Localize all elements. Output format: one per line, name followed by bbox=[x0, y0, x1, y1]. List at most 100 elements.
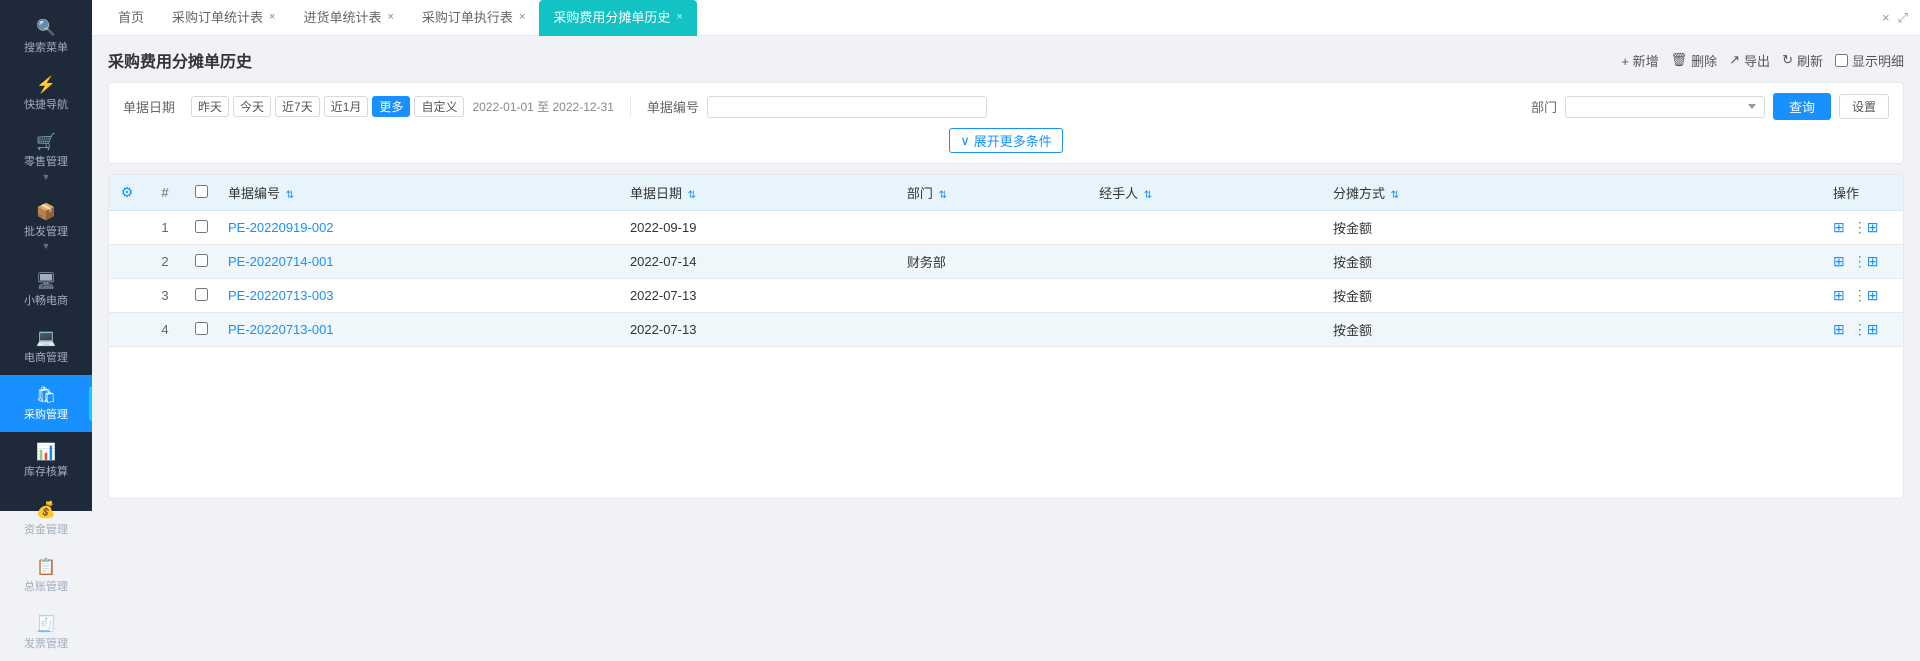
row-checkbox[interactable] bbox=[195, 288, 208, 301]
sidebar-item-inventory[interactable]: 📊 库存核算 bbox=[0, 432, 92, 489]
select-all-checkbox[interactable] bbox=[195, 185, 208, 198]
inventory-icon: 📊 bbox=[36, 442, 56, 462]
close-icon[interactable]: × bbox=[676, 11, 682, 23]
sidebar-item-label: 零售管理 bbox=[24, 156, 68, 169]
row-docno: PE-20220714-001 bbox=[218, 245, 620, 279]
date-btn-custom[interactable]: 自定义 bbox=[414, 96, 464, 117]
search-button[interactable]: 查询 bbox=[1773, 93, 1831, 120]
row-actions: ⊞ ⋮⊞ bbox=[1823, 211, 1903, 245]
close-icon[interactable]: × bbox=[269, 11, 275, 23]
row-checkbox-cell bbox=[185, 279, 218, 313]
sort-icon[interactable]: ⇅ bbox=[939, 190, 947, 201]
sidebar-item-label: 小畅电商 bbox=[24, 295, 68, 308]
sidebar-item-quicknav[interactable]: ⚡ 快捷导航 bbox=[0, 65, 92, 122]
tab-goods-stats[interactable]: 进货单统计表 × bbox=[289, 0, 407, 36]
minimize-icon[interactable]: × bbox=[1882, 10, 1890, 25]
edit-icon[interactable]: ⊞ bbox=[1833, 287, 1845, 304]
row-split-method: 按金额 bbox=[1323, 245, 1823, 279]
tab-home[interactable]: 首页 bbox=[104, 0, 158, 36]
sidebar-item-retail[interactable]: 🛒 零售管理 ▼ bbox=[0, 122, 92, 191]
doc-no-link[interactable]: PE-20220713-003 bbox=[228, 288, 334, 303]
finance-icon: 💰 bbox=[36, 500, 56, 520]
row-checkbox[interactable] bbox=[195, 254, 208, 267]
tab-cost-split-history[interactable]: 采购费用分摊单历史 × bbox=[539, 0, 696, 36]
sidebar-item-ecom[interactable]: 💻 电商管理 bbox=[0, 318, 92, 375]
tab-label: 首页 bbox=[118, 7, 144, 26]
row-handler bbox=[1089, 211, 1323, 245]
edit-icon[interactable]: ⊞ bbox=[1833, 253, 1845, 270]
show-cols-checkbox[interactable] bbox=[1835, 54, 1848, 67]
tab-bar: 首页 采购订单统计表 × 进货单统计表 × 采购订单执行表 × 采购费用分摊单历… bbox=[92, 0, 1920, 36]
table-row: 2 PE-20220714-001 2022-07-14 财务部 按金额 ⊞ ⋮… bbox=[109, 245, 1903, 279]
sidebar-item-search[interactable]: 🔍 搜索菜单 bbox=[0, 8, 92, 65]
sidebar-item-wholesale[interactable]: 📦 批发管理 ▼ bbox=[0, 192, 92, 261]
row-checkbox[interactable] bbox=[195, 322, 208, 335]
ecom-icon: 💻 bbox=[36, 328, 56, 348]
row-dept bbox=[897, 279, 1089, 313]
maximize-icon[interactable]: ⤢ bbox=[1898, 10, 1908, 26]
doc-no-link[interactable]: PE-20220919-002 bbox=[228, 220, 334, 235]
edit-icon[interactable]: ⊞ bbox=[1833, 321, 1845, 338]
more-icon[interactable]: ⋮⊞ bbox=[1853, 321, 1879, 338]
more-icon[interactable]: ⋮⊞ bbox=[1853, 287, 1879, 304]
quicknav-icon: ⚡ bbox=[36, 75, 56, 95]
more-icon[interactable]: ⋮⊞ bbox=[1853, 219, 1879, 236]
sort-icon[interactable]: ⇅ bbox=[688, 190, 696, 201]
doc-no-link[interactable]: PE-20220714-001 bbox=[228, 254, 334, 269]
refresh-icon: ↻ bbox=[1782, 52, 1793, 68]
sort-icon[interactable]: ⇅ bbox=[1144, 190, 1152, 201]
date-label: 单据日期 bbox=[123, 97, 175, 116]
more-icon[interactable]: ⋮⊞ bbox=[1853, 253, 1879, 270]
col-index-header: # bbox=[145, 175, 185, 211]
date-btn-yesterday[interactable]: 昨天 bbox=[191, 96, 229, 117]
tab-label: 采购费用分摊单历史 bbox=[553, 7, 670, 26]
sidebar-item-ecom-small[interactable]: 🖥 小畅电商 bbox=[0, 261, 92, 318]
doc-no-input[interactable] bbox=[707, 96, 987, 118]
sidebar-item-label: 采购管理 bbox=[24, 409, 68, 422]
close-icon[interactable]: × bbox=[387, 11, 393, 23]
sidebar-item-label: 搜索菜单 bbox=[24, 42, 68, 55]
row-dept bbox=[897, 313, 1089, 347]
add-button[interactable]: + 新增 bbox=[1621, 51, 1658, 70]
sidebar-item-purchase[interactable]: 🛍 采购管理 bbox=[0, 375, 92, 432]
row-docno: PE-20220713-001 bbox=[218, 313, 620, 347]
edit-icon[interactable]: ⊞ bbox=[1833, 219, 1845, 236]
settings-button[interactable]: 设置 bbox=[1839, 94, 1889, 119]
delete-button[interactable]: 🗑 删除 bbox=[1671, 51, 1718, 70]
row-date: 2022-09-19 bbox=[620, 211, 897, 245]
row-date: 2022-07-13 bbox=[620, 313, 897, 347]
sort-icon[interactable]: ⇅ bbox=[286, 190, 294, 201]
table-header-row: ⚙ # 单据编号 ⇅ 单据日期 ⇅ bbox=[109, 175, 1903, 211]
date-btn-7days[interactable]: 近7天 bbox=[275, 96, 320, 117]
close-icon[interactable]: × bbox=[519, 11, 525, 23]
row-docno: PE-20220713-003 bbox=[218, 279, 620, 313]
table-row: 4 PE-20220713-001 2022-07-13 按金额 ⊞ ⋮⊞ bbox=[109, 313, 1903, 347]
export-button[interactable]: ↗ 导出 bbox=[1729, 51, 1770, 70]
filter-row-date: 单据日期 昨天 今天 近7天 近1月 更多 自定义 2022-01-01 至 2… bbox=[123, 93, 1889, 120]
col-settings: ⚙ bbox=[109, 175, 145, 211]
page-content: 采购费用分摊单历史 + 新增 🗑 删除 ↗ 导出 ↻ 刷新 显示明细 bbox=[92, 36, 1920, 511]
show-cols-toggle[interactable]: 显示明细 bbox=[1835, 51, 1904, 70]
settings-icon[interactable]: ⚙ bbox=[121, 184, 134, 200]
refresh-button[interactable]: ↻ 刷新 bbox=[1782, 51, 1823, 70]
retail-icon: 🛒 bbox=[36, 132, 56, 152]
date-btn-today[interactable]: 今天 bbox=[233, 96, 271, 117]
sidebar-item-finance[interactable]: 💰 资金管理 bbox=[0, 490, 92, 547]
sidebar-item-label: 电商管理 bbox=[24, 352, 68, 365]
tab-purchase-exec[interactable]: 采购订单执行表 × bbox=[408, 0, 539, 36]
sort-icon[interactable]: ⇅ bbox=[1391, 190, 1399, 201]
col-checkbox-header bbox=[185, 175, 218, 211]
sidebar-item-label: 快捷导航 bbox=[24, 99, 68, 112]
row-split-method: 按金额 bbox=[1323, 313, 1823, 347]
expand-more-btn[interactable]: ∨ 展开更多条件 bbox=[949, 128, 1063, 153]
tab-purchase-order-stats[interactable]: 采购订单统计表 × bbox=[158, 0, 289, 36]
row-settings-cell bbox=[109, 313, 145, 347]
sidebar-item-invoice[interactable]: 🧾 发票管理 bbox=[0, 604, 92, 661]
col-actions-header: 操作 bbox=[1823, 175, 1903, 211]
doc-no-link[interactable]: PE-20220713-001 bbox=[228, 322, 334, 337]
date-btn-more[interactable]: 更多 bbox=[372, 96, 410, 117]
row-checkbox[interactable] bbox=[195, 220, 208, 233]
date-btn-1month[interactable]: 近1月 bbox=[324, 96, 369, 117]
sidebar-item-ledger[interactable]: 📋 总账管理 bbox=[0, 547, 92, 604]
dept-select[interactable]: 财务部 bbox=[1565, 96, 1765, 118]
